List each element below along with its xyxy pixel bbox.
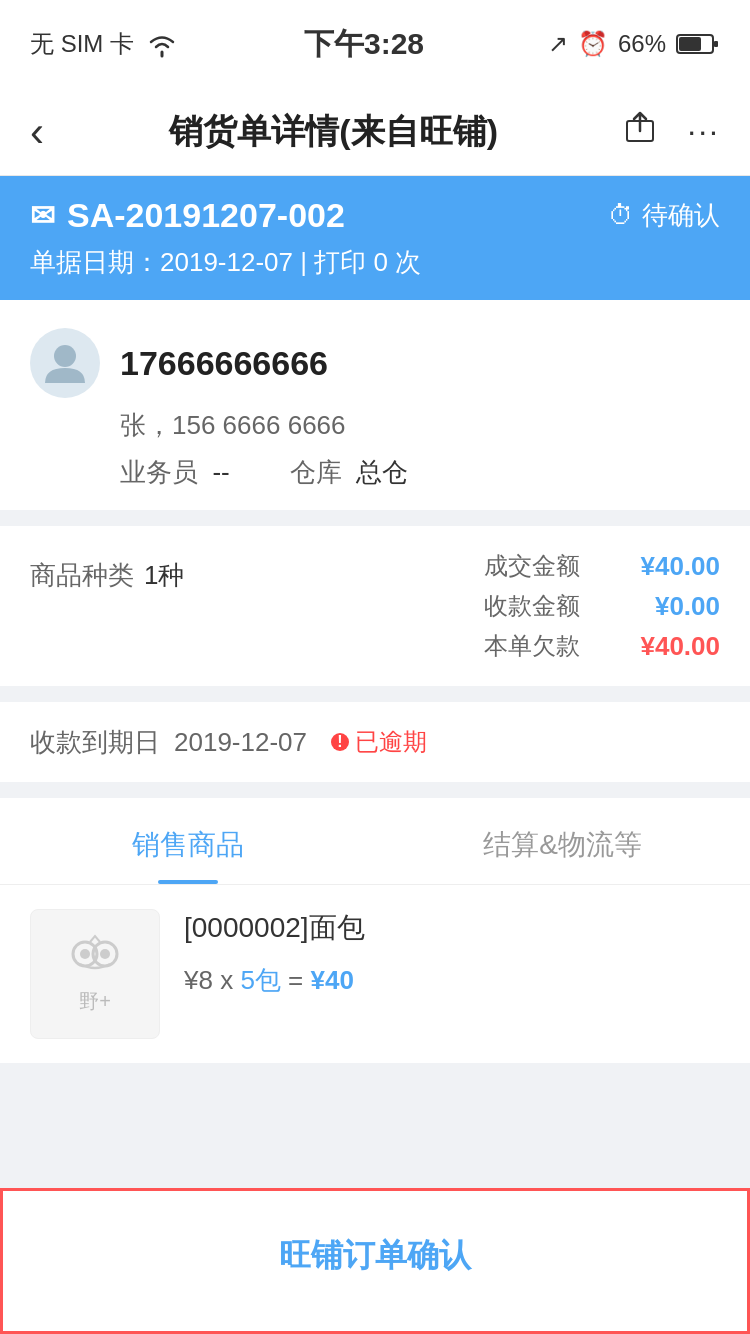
product-details: [0000002]面包 ¥8 x 5包 = ¥40 <box>184 909 720 998</box>
owed-value: ¥40.00 <box>600 631 720 662</box>
warehouse-value: 总仓 <box>356 457 408 487</box>
overdue-badge: ! 已逾期 <box>321 724 437 760</box>
wifi-icon <box>144 30 180 58</box>
status-bar: 无 SIM 卡 下午3:28 ↗ ⏰ 66% <box>0 0 750 88</box>
amount-summary: 成交金额 ¥40.00 收款金额 ¥0.00 本单欠款 ¥40.00 <box>484 550 720 662</box>
alarm-icon: ⏰ <box>578 30 608 58</box>
due-date-section: 收款到期日 2019-12-07 ! 已逾期 <box>0 702 750 782</box>
nav-right-actions: ··· <box>623 111 720 152</box>
overdue-text: 已逾期 <box>355 726 427 758</box>
sim-wifi-label: 无 SIM 卡 <box>30 28 134 60</box>
tabs-section: 销售商品 结算&物流等 野+ [0000002]面包 ¥8 x <box>0 798 750 1063</box>
received-value: ¥0.00 <box>600 591 720 622</box>
back-button[interactable]: ‹ <box>30 108 44 156</box>
share-icon <box>623 111 657 145</box>
due-date-label: 收款到期日 <box>30 725 160 760</box>
multiply-sign: x <box>220 965 240 995</box>
svg-point-8 <box>100 949 110 959</box>
type-label: 商品种类 <box>30 558 134 593</box>
product-price-row: ¥8 x 5包 = ¥40 <box>184 963 720 998</box>
tab-settlement[interactable]: 结算&物流等 <box>375 798 750 884</box>
svg-point-4 <box>54 345 76 367</box>
product-item: 野+ [0000002]面包 ¥8 x 5包 = ¥40 <box>0 885 750 1063</box>
owed-row: 本单欠款 ¥40.00 <box>484 630 720 662</box>
product-total: ¥40 <box>311 965 354 995</box>
unit-price: ¥8 <box>184 965 213 995</box>
product-qty: 5包 <box>240 965 280 995</box>
product-thumbnail: 野+ <box>30 909 160 1039</box>
share-button[interactable] <box>623 111 657 152</box>
customer-avatar <box>30 328 100 398</box>
order-date: 单据日期：2019-12-07 | 打印 0 次 <box>30 245 720 280</box>
status-left: 无 SIM 卡 <box>30 28 180 60</box>
customer-section: 17666666666 张，156 6666 6666 业务员 -- 仓库 总仓 <box>0 300 750 510</box>
customer-phone: 17666666666 <box>120 344 328 383</box>
svg-point-7 <box>80 949 90 959</box>
order-id-row: ✉ SA-20191207-002 <box>30 196 345 235</box>
status-right: ↗ ⏰ 66% <box>548 30 720 58</box>
page-title: 销货单详情(来自旺铺) <box>169 109 498 155</box>
avatar-icon <box>40 338 90 388</box>
svg-rect-2 <box>714 41 718 47</box>
customer-name: 张，156 6666 6666 <box>120 408 720 443</box>
location-icon: ↗ <box>548 30 568 58</box>
product-logo-text: 野+ <box>79 988 111 1015</box>
time-display: 下午3:28 <box>304 24 424 65</box>
salesperson-value: -- <box>212 457 229 487</box>
battery-icon <box>676 32 720 56</box>
product-name: [0000002]面包 <box>184 909 720 947</box>
order-id-text: SA-20191207-002 <box>67 196 345 235</box>
tab-sales-product[interactable]: 销售商品 <box>0 798 375 884</box>
type-value: 1种 <box>144 558 184 593</box>
product-owl-icon <box>60 934 130 984</box>
warehouse-label: 仓库 总仓 <box>290 455 408 490</box>
order-envelope-icon: ✉ <box>30 198 55 233</box>
amount-row: 成交金额 ¥40.00 <box>484 550 720 582</box>
summary-section: 商品种类 1种 成交金额 ¥40.00 收款金额 ¥0.00 本单欠款 ¥40.… <box>0 526 750 686</box>
equals-sign: = <box>288 965 310 995</box>
order-header: ✉ SA-20191207-002 ⏱ 待确认 单据日期：2019-12-07 … <box>0 176 750 300</box>
customer-meta: 业务员 -- 仓库 总仓 <box>120 455 720 490</box>
confirm-order-button[interactable]: 旺铺订单确认 <box>33 1211 717 1301</box>
received-row: 收款金额 ¥0.00 <box>484 590 720 622</box>
product-type: 商品种类 1种 <box>30 550 184 593</box>
tabs-header: 销售商品 结算&物流等 <box>0 798 750 885</box>
overdue-exclamation: ! <box>331 733 349 751</box>
more-button[interactable]: ··· <box>687 113 720 150</box>
amount-value: ¥40.00 <box>600 551 720 582</box>
amount-label: 成交金额 <box>484 550 580 582</box>
received-label: 收款金额 <box>484 590 580 622</box>
nav-bar: ‹ 销货单详情(来自旺铺) ··· <box>0 88 750 176</box>
due-date-value: 2019-12-07 <box>174 727 307 758</box>
confirm-button-wrapper: 旺铺订单确认 <box>0 1188 750 1334</box>
svg-rect-1 <box>679 37 701 51</box>
battery-level: 66% <box>618 30 666 58</box>
status-text: 待确认 <box>642 198 720 233</box>
salesperson-label: 业务员 -- <box>120 455 230 490</box>
order-status: ⏱ 待确认 <box>608 198 720 233</box>
clock-icon: ⏱ <box>608 200 634 231</box>
owed-label: 本单欠款 <box>484 630 580 662</box>
